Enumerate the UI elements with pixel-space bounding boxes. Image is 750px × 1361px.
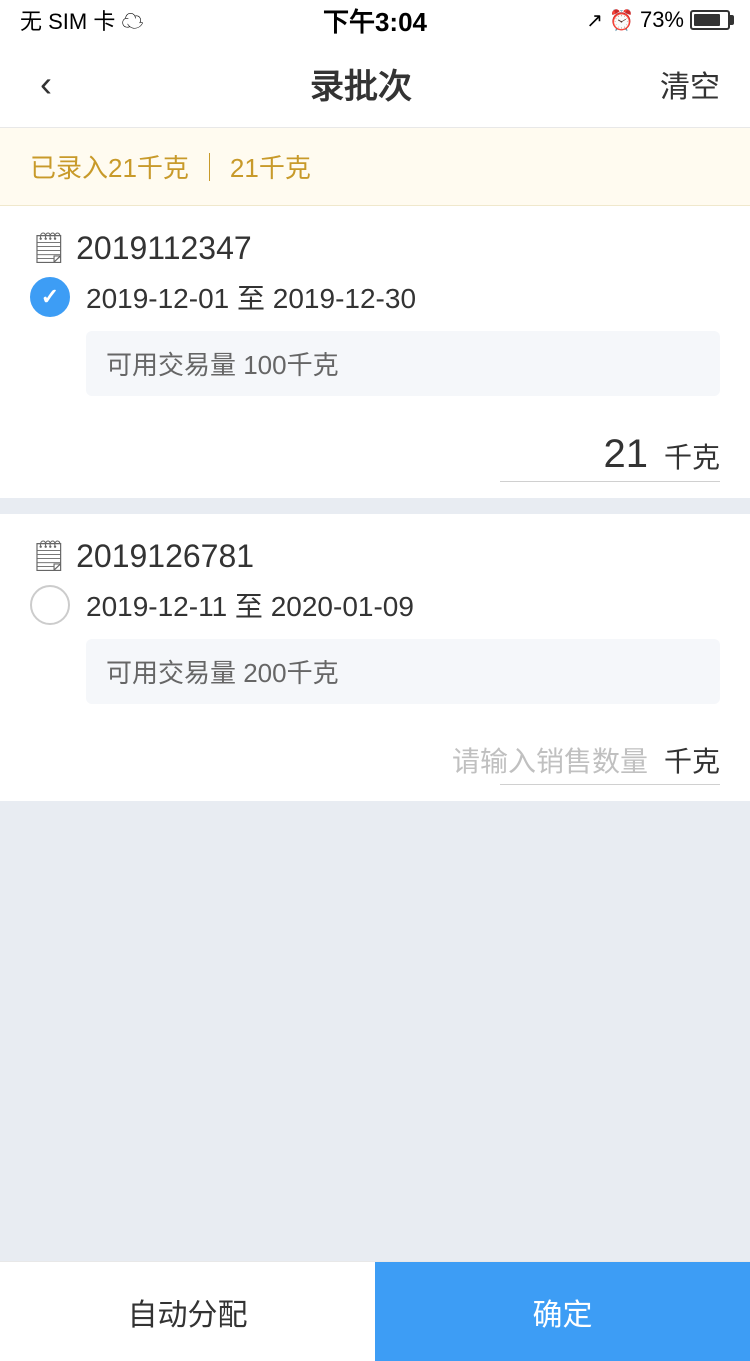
- status-right: ↗ ⏰ 73%: [586, 7, 730, 33]
- batch2-date-row: 2019-12-11 至 2020-01-09: [30, 585, 720, 625]
- empty-space: [0, 801, 750, 1261]
- back-button[interactable]: ‹: [30, 53, 62, 115]
- batch2-input-line: 请输入销售数量 千克: [452, 740, 720, 780]
- batch1-radio[interactable]: [30, 277, 70, 317]
- batch2-doc-icon: 🗒: [30, 539, 68, 574]
- batch1-qty-value[interactable]: 21: [568, 432, 648, 477]
- batch2-date: 2019-12-11 至 2020-01-09: [86, 585, 414, 625]
- batch1-qty-unit: 千克: [664, 436, 720, 476]
- batch1-quantity-container: 21 千克: [0, 416, 750, 498]
- batch2-available: 可用交易量 200千克: [86, 639, 720, 704]
- batch1-quantity-line: 21 千克: [568, 432, 720, 477]
- divider-1: [0, 498, 750, 514]
- nav-bar: ‹ 录批次 清空: [0, 40, 750, 128]
- auto-distribute-button[interactable]: 自动分配: [0, 1262, 375, 1361]
- battery-icon: [690, 10, 730, 30]
- battery-percent: 73%: [640, 7, 684, 33]
- alarm-icon: ⏰: [609, 8, 634, 33]
- batch1-id-row: 🗒 2019112347: [30, 230, 720, 267]
- batch2-input-unit: 千克: [664, 740, 720, 780]
- batch2-input-underline: [500, 784, 720, 785]
- main-content: 🗒 2019112347 2019-12-01 至 2019-12-30 可用交…: [0, 206, 750, 1261]
- batch1-doc-icon: 🗒: [30, 231, 68, 266]
- status-time: 下午3:04: [323, 2, 427, 39]
- batch1-date: 2019-12-01 至 2019-12-30: [86, 277, 416, 317]
- sim-text: 无 SIM 卡 ☁: [20, 4, 143, 36]
- batch2-input-placeholder[interactable]: 请输入销售数量: [452, 740, 648, 780]
- recorded-value: 21千克: [230, 148, 311, 185]
- batch1-date-row: 2019-12-01 至 2019-12-30: [30, 277, 720, 317]
- batch2-id-row: 🗒 2019126781: [30, 538, 720, 575]
- page-title: 录批次: [310, 59, 412, 108]
- batch2-radio[interactable]: [30, 585, 70, 625]
- bottom-bar: 自动分配 确定: [0, 1261, 750, 1361]
- clear-button[interactable]: 清空: [660, 62, 720, 106]
- recorded-label: 已录入21千克: [30, 148, 189, 185]
- batch-card-1: 🗒 2019112347 2019-12-01 至 2019-12-30 可用交…: [0, 206, 750, 498]
- confirm-button[interactable]: 确定: [375, 1262, 750, 1361]
- batch1-available: 可用交易量 100千克: [86, 331, 720, 396]
- banner-divider: [209, 153, 210, 181]
- batch1-id: 2019112347: [76, 230, 252, 267]
- batch2-input-container: 请输入销售数量 千克: [0, 724, 750, 801]
- location-icon: ↗: [586, 8, 603, 33]
- status-left: 无 SIM 卡 ☁: [20, 4, 143, 36]
- info-banner: 已录入21千克 21千克: [0, 128, 750, 206]
- batch-card-2: 🗒 2019126781 2019-12-11 至 2020-01-09 可用交…: [0, 514, 750, 801]
- batch2-id: 2019126781: [76, 538, 254, 575]
- status-bar: 无 SIM 卡 ☁ 下午3:04 ↗ ⏰ 73%: [0, 0, 750, 40]
- batch1-qty-underline: [500, 481, 720, 482]
